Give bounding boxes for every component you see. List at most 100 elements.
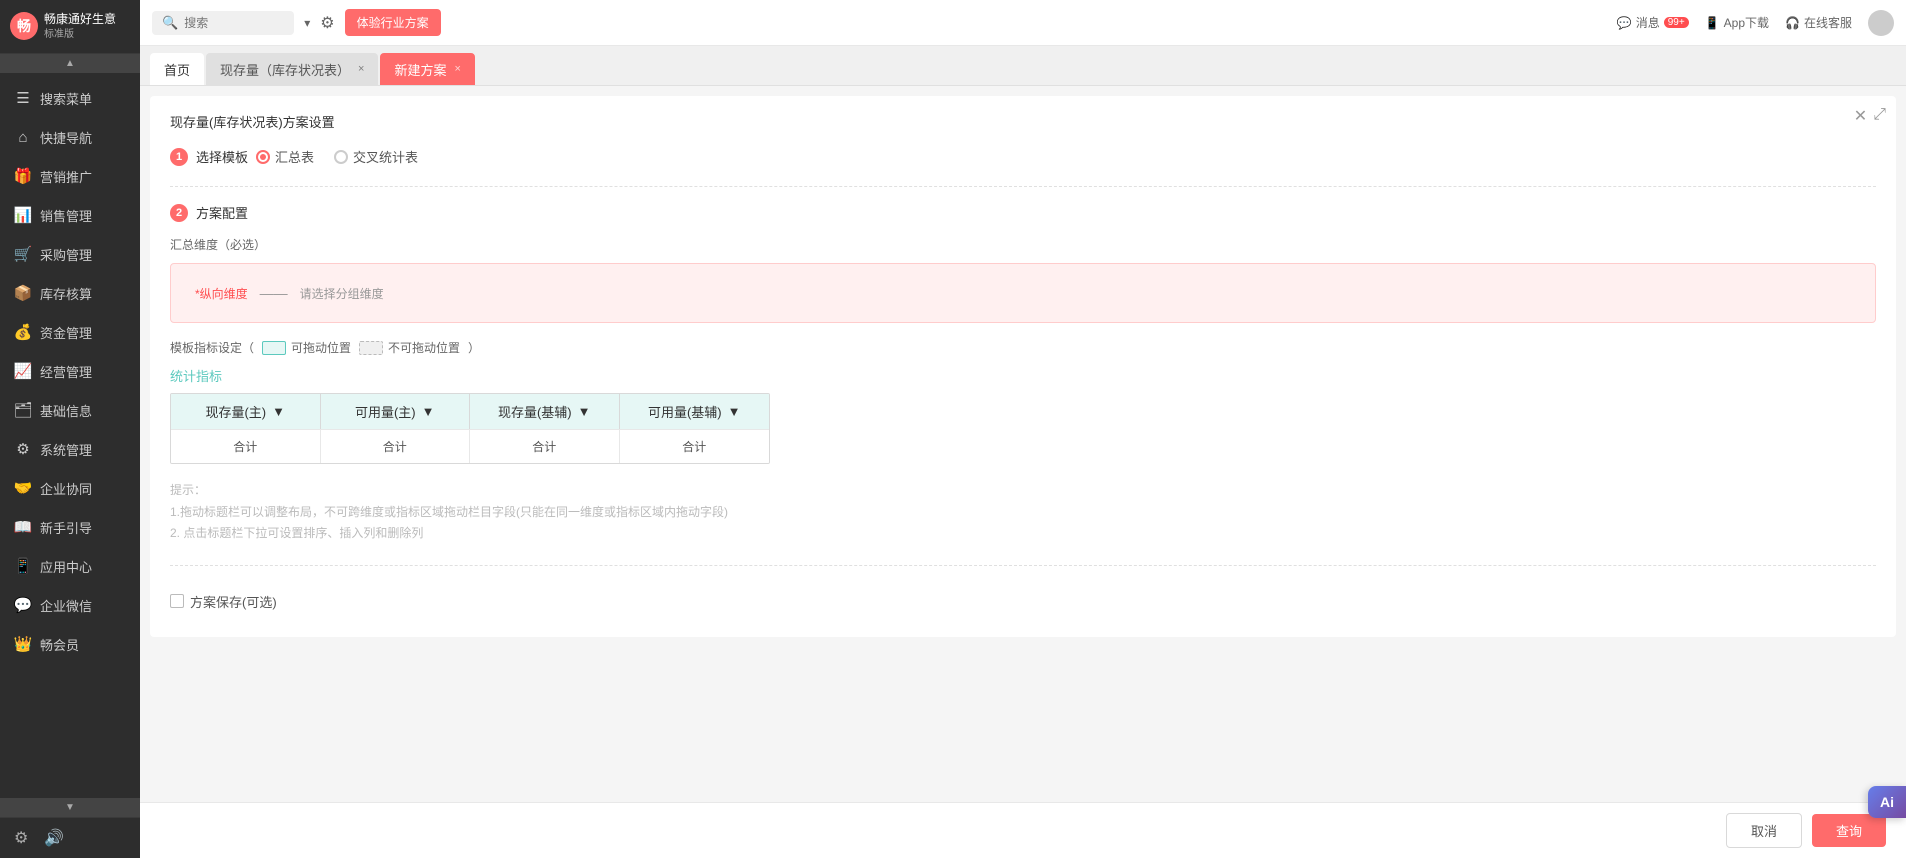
topbar-dropdown[interactable]: ▾ — [304, 16, 310, 30]
chart-icon: 📊 — [14, 206, 32, 224]
sidebar-item-basicinfo[interactable]: 🗂 基础信息 — [0, 391, 140, 430]
chevron-down-icon: ▼ — [422, 404, 435, 419]
col-header-label: 现存量(基辅) — [498, 402, 572, 421]
online-service-label: 在线客服 — [1804, 14, 1852, 31]
sidebar-item-search[interactable]: ☰ 搜索菜单 — [0, 79, 140, 118]
sidebar-item-system[interactable]: ⚙ 系统管理 — [0, 430, 140, 469]
sidebar: 畅 畅康通好生意 标准版 ▲ ☰ 搜索菜单 ⌂ 快捷导航 🎁 营销推广 📊 销售… — [0, 0, 140, 858]
search-menu-icon: ☰ — [14, 89, 32, 107]
sidebar-item-guide[interactable]: 📖 新手引导 — [0, 508, 140, 547]
sidebar-item-wechat[interactable]: 💬 企业微信 — [0, 586, 140, 625]
stats-title: 统计指标 — [170, 366, 1876, 385]
sidebar-item-finance[interactable]: 💰 资金管理 — [0, 313, 140, 352]
handshake-icon: 🤝 — [14, 479, 32, 497]
save-checkbox[interactable] — [170, 594, 184, 608]
search-box[interactable]: 🔍 — [152, 11, 294, 35]
sidebar-scroll-down[interactable]: ▼ — [0, 798, 140, 817]
col-header-0[interactable]: 现存量(主) ▼ — [171, 394, 321, 429]
table-cell-2: 合计 — [470, 429, 620, 463]
sidebar-item-member[interactable]: 👑 畅会员 — [0, 625, 140, 664]
topbar-right: 💬 消息 99+ 📱 App下载 🎧 在线客服 — [1617, 10, 1894, 36]
bottom-divider — [170, 565, 1876, 566]
page-title: 现存量(库存状况表)方案设置 — [170, 112, 1876, 131]
sidebar-item-marketing[interactable]: 🎁 营销推广 — [0, 157, 140, 196]
crown-icon: 👑 — [14, 635, 32, 653]
expand-panel-icon[interactable]: ⤢ — [1873, 106, 1886, 126]
step1-badge: 1 — [170, 148, 188, 166]
message-icon: 💬 — [1617, 16, 1632, 30]
online-service-item[interactable]: 🎧 在线客服 — [1785, 14, 1852, 31]
dim-arrow: —— — [260, 285, 288, 301]
chevron-down-icon: ▼ — [728, 404, 741, 419]
search-icon: 🔍 — [162, 15, 178, 31]
stats-table-body: 合计 合计 合计 合计 — [171, 429, 769, 463]
sidebar-item-label: 销售管理 — [40, 206, 92, 225]
panel-controls: ✕ ⤢ — [1854, 106, 1886, 126]
settings-icon[interactable]: ⚙ — [14, 828, 28, 848]
sidebar-item-appcenter[interactable]: 📱 应用中心 — [0, 547, 140, 586]
col-header-label: 可用量(基辅) — [648, 402, 722, 421]
gift-icon: 🎁 — [14, 167, 32, 185]
sidebar-item-sales[interactable]: 📊 销售管理 — [0, 196, 140, 235]
chevron-down-icon: ▾ — [304, 16, 310, 30]
logo-text: 畅康通好生意 标准版 — [44, 12, 116, 41]
close-panel-icon[interactable]: ✕ — [1854, 106, 1867, 126]
close-icon[interactable]: × — [454, 63, 460, 75]
topbar: 🔍 ▾ ⚙ 体验行业方案 💬 消息 99+ 📱 App下载 🎧 在线客服 — [140, 0, 1906, 46]
settings-panel: 现存量(库存状况表)方案设置 ✕ ⤢ 1 选择模板 汇总表 — [150, 96, 1896, 637]
tip-item-0: 1.拖动标题栏可以调整布局，不可跨维度或指标区域拖动栏目字段(只能在同一维度或指… — [170, 502, 1876, 524]
col-header-2[interactable]: 现存量(基辅) ▼ — [470, 394, 620, 429]
sidebar-item-inventory[interactable]: 📦 库存核算 — [0, 274, 140, 313]
sidebar-item-quicknav[interactable]: ⌂ 快捷导航 — [0, 118, 140, 157]
dim-placeholder[interactable]: 请选择分组维度 — [300, 285, 384, 302]
sidebar-scroll-up[interactable]: ▲ — [0, 54, 140, 73]
sidebar-item-operations[interactable]: 📈 经营管理 — [0, 352, 140, 391]
volume-icon[interactable]: 🔊 — [44, 828, 64, 848]
sidebar-item-label: 系统管理 — [40, 440, 92, 459]
radio-circle — [334, 150, 348, 164]
gear-icon[interactable]: ⚙ — [320, 13, 334, 33]
col-header-3[interactable]: 可用量(基辅) ▼ — [620, 394, 770, 429]
tab-home[interactable]: 首页 — [150, 53, 204, 85]
sidebar-item-label: 企业微信 — [40, 596, 92, 615]
user-avatar[interactable] — [1868, 10, 1894, 36]
table-cell-3: 合计 — [620, 429, 770, 463]
app-download-label: App下载 — [1724, 14, 1769, 31]
indicators-label: 模板指标设定（ — [170, 339, 254, 356]
sidebar-item-collab[interactable]: 🤝 企业协同 — [0, 469, 140, 508]
draggable-label: 可拖动位置 — [291, 339, 351, 356]
step1-label: 选择模板 — [196, 147, 248, 166]
step1-section: 1 选择模板 汇总表 交叉统计表 — [170, 147, 1876, 166]
cancel-button[interactable]: 取消 — [1726, 813, 1802, 848]
tabbar: 首页 现存量（库存状况表） × 新建方案 × — [140, 46, 1906, 86]
legend-close-paren: ） — [468, 339, 480, 356]
app-download-item[interactable]: 📱 App下载 — [1705, 14, 1769, 31]
money-icon: 💰 — [14, 323, 32, 341]
step2-badge: 2 — [170, 204, 188, 222]
tab-inventory[interactable]: 现存量（库存状况表） × — [206, 53, 378, 85]
save-option-label: 方案保存(可选) — [190, 592, 277, 611]
tab-new-scheme[interactable]: 新建方案 × — [380, 53, 474, 85]
sidebar-bottom: ⚙ 🔊 — [0, 817, 140, 858]
close-icon[interactable]: × — [358, 63, 364, 75]
sidebar-logo: 畅 畅康通好生意 标准版 — [0, 0, 140, 54]
sidebar-item-purchase[interactable]: 🛒 采购管理 — [0, 235, 140, 274]
col-header-1[interactable]: 可用量(主) ▼ — [321, 394, 471, 429]
logo-icon: 畅 — [10, 12, 38, 40]
cart-icon: 🛒 — [14, 245, 32, 263]
gear-icon: ⚙ — [14, 440, 32, 458]
legend-non-draggable: 不可拖动位置 — [359, 339, 460, 356]
message-item[interactable]: 💬 消息 99+ — [1617, 14, 1689, 31]
ai-floating-button[interactable]: Ai — [1868, 786, 1906, 818]
download-icon: 📱 — [1705, 16, 1720, 30]
sidebar-item-label: 库存核算 — [40, 284, 92, 303]
file-icon: 🗂 — [14, 401, 32, 419]
experience-btn[interactable]: 体验行业方案 — [345, 9, 441, 36]
box-icon: 📦 — [14, 284, 32, 302]
save-option[interactable]: 方案保存(可选) — [170, 582, 1876, 621]
search-input[interactable] — [184, 16, 284, 30]
query-button[interactable]: 查询 — [1812, 814, 1886, 847]
radio-cross-table[interactable]: 交叉统计表 — [334, 147, 418, 166]
app-icon: 📱 — [14, 557, 32, 575]
radio-summary-table[interactable]: 汇总表 — [256, 147, 314, 166]
